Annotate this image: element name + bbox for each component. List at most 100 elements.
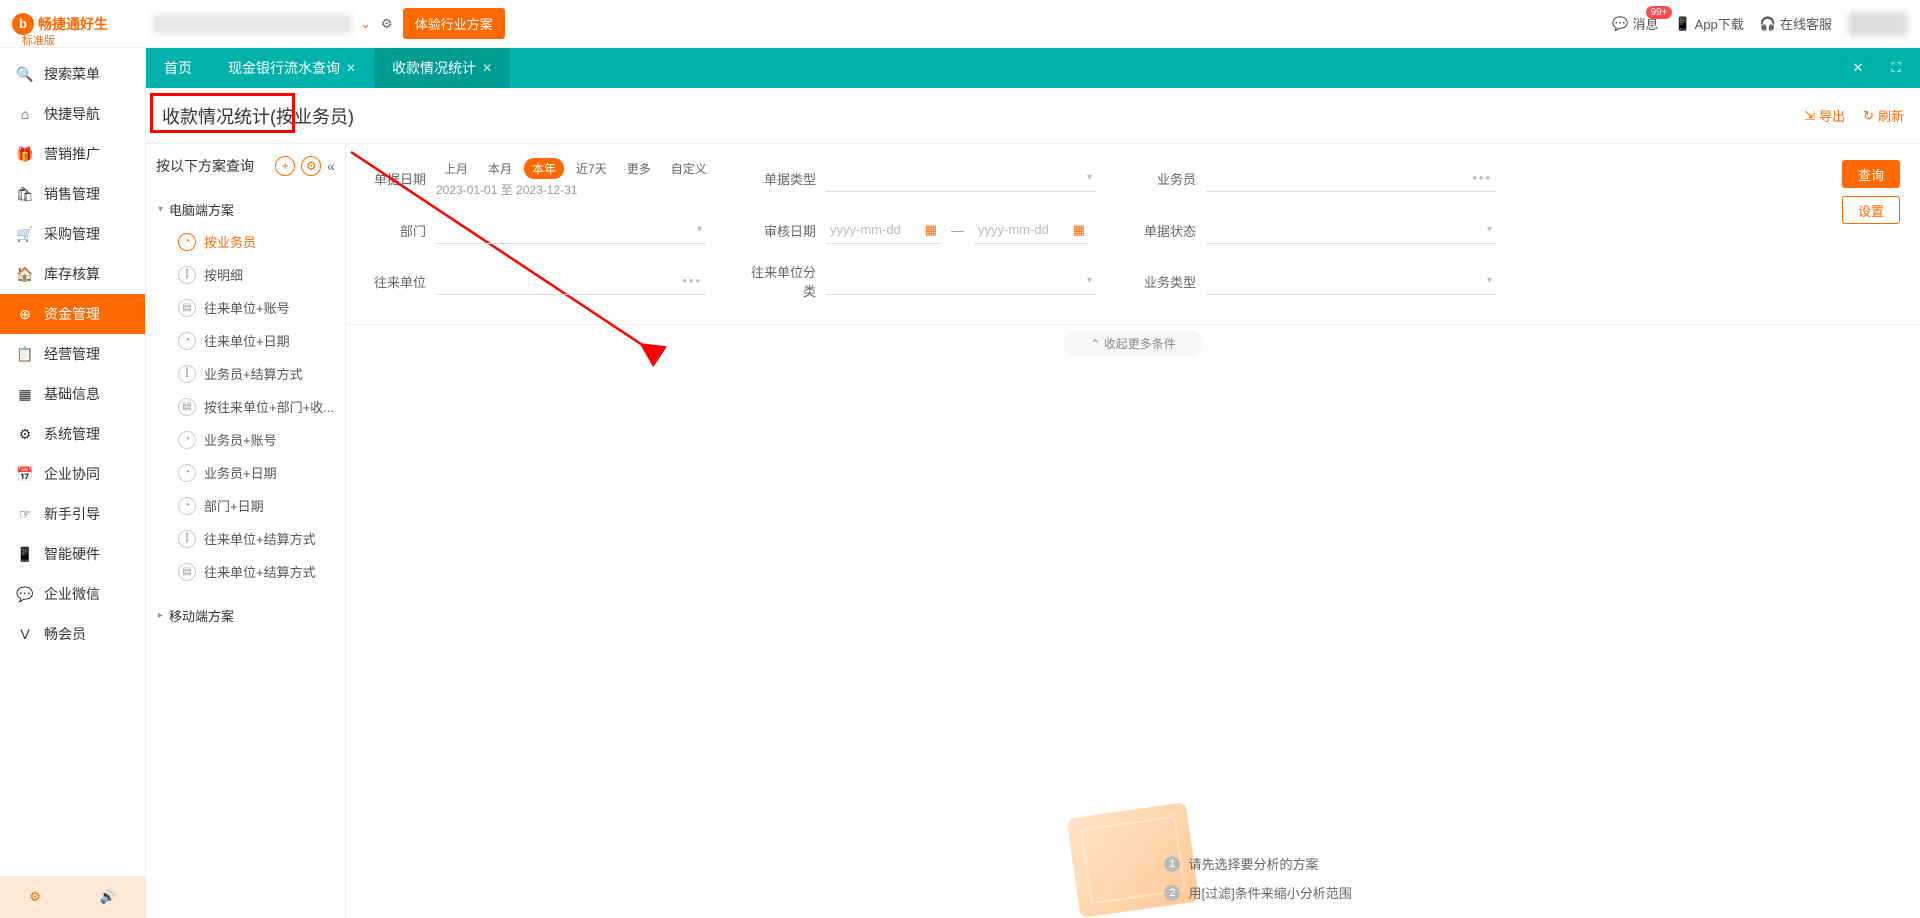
sidebar-item-7[interactable]: 📋经营管理 <box>0 334 145 374</box>
tab-bar: 首页现金银行流水查询 ✕ 收款情况统计 ✕ ✕ ⛶ <box>146 48 1920 88</box>
sidebar-item-8[interactable]: ▦基础信息 <box>0 374 145 414</box>
date-pill[interactable]: 自定义 <box>663 158 715 179</box>
tab-close-icon[interactable]: ✕ <box>482 61 492 75</box>
scheme-item-10[interactable]: ▤ 往来单位+结算方式 <box>146 555 345 588</box>
dept-select[interactable]: ▾ <box>436 216 706 244</box>
sidebar-item-1[interactable]: ⌂ 快捷导航 <box>0 94 145 134</box>
sidebar-item-10[interactable]: 📅企业协同 <box>0 454 145 494</box>
sidebar-item-4[interactable]: 🛒 采购管理 <box>0 214 145 254</box>
sidebar-item-6[interactable]: ⊕资金管理 <box>0 294 145 334</box>
sidebar-icon: ▦ <box>16 386 34 403</box>
message-icon: 💬 <box>1612 16 1628 32</box>
add-scheme-button[interactable]: + <box>275 156 295 176</box>
scheme-item-1[interactable]: ⫿按明细 <box>146 258 345 291</box>
biz-type-select[interactable]: ▾ <box>1206 267 1496 295</box>
scheme-item-icon: ◔ <box>178 497 196 515</box>
tab-0[interactable]: 首页 <box>146 48 210 88</box>
scheme-item-7[interactable]: ◔业务员+日期 <box>146 456 345 489</box>
gear-icon[interactable]: ⚙ <box>381 16 393 32</box>
online-service-link[interactable]: 🎧 在线客服 <box>1760 14 1832 33</box>
sidebar-item-5[interactable]: 🏠库存核算 <box>0 254 145 294</box>
scheme-settings-button[interactable]: ⚙ <box>301 156 321 176</box>
user-avatar[interactable] <box>1848 12 1908 36</box>
export-button[interactable]: ⇲导出 <box>1804 106 1845 125</box>
scheme-item-5[interactable]: ▤按往来单位+部门+收... <box>146 390 345 423</box>
sidebar-item-label: 资金管理 <box>44 304 100 324</box>
collapse-panel-icon[interactable]: « <box>327 158 335 174</box>
experience-button[interactable]: 体验行业方案 <box>403 8 505 39</box>
close-all-tabs-icon[interactable]: ✕ <box>1844 54 1872 82</box>
tab-label: 现金银行流水查询 <box>228 58 340 78</box>
empty-state: 1请先选择要分析的方案 2用[过滤]条件来缩小分析范围 <box>346 362 1920 918</box>
date-pill[interactable]: 更多 <box>619 158 659 179</box>
scheme-group-desktop[interactable]: ▾ 电脑端方案 <box>146 194 345 225</box>
volume-icon[interactable]: 🔊 <box>100 889 116 905</box>
fullscreen-icon[interactable]: ⛶ <box>1882 54 1910 82</box>
partner-input[interactable]: ••• <box>436 267 706 295</box>
sidebar-item-2[interactable]: 🎁营销推广 <box>0 134 145 174</box>
sidebar-item-13[interactable]: 💬企业微信 <box>0 574 145 614</box>
sidebar-icon: ⌂ <box>16 106 34 122</box>
scheme-item-8[interactable]: ◔部门+日期 <box>146 489 345 522</box>
dept-label: 部门 <box>356 221 436 240</box>
date-pill[interactable]: 本月 <box>480 158 520 179</box>
scheme-item-label: 往来单位+结算方式 <box>204 529 316 548</box>
audit-date-label: 审核日期 <box>746 221 826 240</box>
scheme-header: 按以下方案查询 + ⚙ « <box>146 144 345 188</box>
sidebar-item-0[interactable]: 🔍搜索菜单 <box>0 54 145 94</box>
app-header: b 畅捷通好生 标准版 ⌄ ⚙ 体验行业方案 💬 消息 99+ 📱 App下载 … <box>0 0 1920 48</box>
sidebar-item-9[interactable]: ⚙系统管理 <box>0 414 145 454</box>
bill-status-select[interactable]: ▾ <box>1206 216 1496 244</box>
calendar-icon: ▦ <box>925 222 937 238</box>
scheme-item-4[interactable]: ⫿业务员+结算方式 <box>146 357 345 390</box>
tab-close-icon[interactable]: ✕ <box>346 61 356 75</box>
sidebar-item-12[interactable]: 📱智能硬件 <box>0 534 145 574</box>
messages-link[interactable]: 💬 消息 99+ <box>1612 14 1658 33</box>
date-pill[interactable]: 上月 <box>436 158 476 179</box>
messages-badge: 99+ <box>1646 6 1673 19</box>
partner-cat-select[interactable]: ▾ <box>826 267 1096 295</box>
scheme-item-0[interactable]: ◔按业务员 <box>146 225 345 258</box>
chevron-down-icon: ▾ <box>1487 275 1492 286</box>
scheme-item-label: 往来单位+结算方式 <box>204 562 316 581</box>
biz-person-input[interactable]: ••• <box>1206 164 1496 192</box>
scheme-group-mobile[interactable]: ▸ 移动端方案 <box>146 600 345 631</box>
audit-date-from[interactable]: yyyy-mm-dd▦ <box>826 216 941 244</box>
bill-type-label: 单据类型 <box>746 169 826 188</box>
date-range-text: 2023-01-01 至 2023-12-31 <box>436 181 746 198</box>
sidebar-item-label: 采购管理 <box>44 224 100 244</box>
settings-icon[interactable]: ⚙ <box>29 889 41 905</box>
refresh-button[interactable]: ↻刷新 <box>1863 106 1904 125</box>
sidebar-item-11[interactable]: ☞新手引导 <box>0 494 145 534</box>
tab-2[interactable]: 收款情况统计 ✕ <box>374 48 510 88</box>
sidebar-item-14[interactable]: V畅会员 <box>0 614 145 654</box>
sidebar-icon: 🛍 <box>16 186 34 203</box>
sidebar-icon: 🛒 <box>16 226 34 243</box>
sidebar-item-label: 营销推广 <box>44 144 100 164</box>
date-pill[interactable]: 本年 <box>524 158 564 179</box>
scheme-item-9[interactable]: ⫿往来单位+结算方式 <box>146 522 345 555</box>
date-pill[interactable]: 近7天 <box>568 158 615 179</box>
refresh-icon: ↻ <box>1863 108 1874 124</box>
scheme-item-3[interactable]: ◔往来单位+日期 <box>146 324 345 357</box>
scheme-item-icon: ▤ <box>178 563 196 581</box>
biz-person-label: 业务员 <box>1126 169 1206 188</box>
company-selector[interactable]: ⌄ <box>152 14 371 34</box>
sidebar-icon: 🔍 <box>16 66 34 83</box>
query-button[interactable]: 查询 <box>1842 160 1900 188</box>
tab-label: 收款情况统计 <box>392 58 476 78</box>
audit-date-to[interactable]: yyyy-mm-dd▦ <box>974 216 1089 244</box>
bill-type-select[interactable]: ▾ <box>826 164 1096 192</box>
scheme-item-6[interactable]: ◔业务员+账号 <box>146 423 345 456</box>
collapse-filters-button[interactable]: ⌃ 收起更多条件 <box>1063 331 1203 356</box>
sidebar-icon: ⚙ <box>16 426 34 443</box>
sidebar-item-3[interactable]: 🛍销售管理 <box>0 174 145 214</box>
tab-1[interactable]: 现金银行流水查询 ✕ <box>210 48 374 88</box>
settings-button[interactable]: 设置 <box>1842 196 1900 224</box>
scheme-item-label: 业务员+日期 <box>204 463 277 482</box>
scheme-item-2[interactable]: ▤往来单位+账号 <box>146 291 345 324</box>
scheme-item-label: 业务员+结算方式 <box>204 364 303 383</box>
sidebar-item-label: 智能硬件 <box>44 544 100 564</box>
app-download-link[interactable]: 📱 App下载 <box>1674 14 1743 33</box>
sidebar-item-label: 快捷导航 <box>44 104 100 124</box>
